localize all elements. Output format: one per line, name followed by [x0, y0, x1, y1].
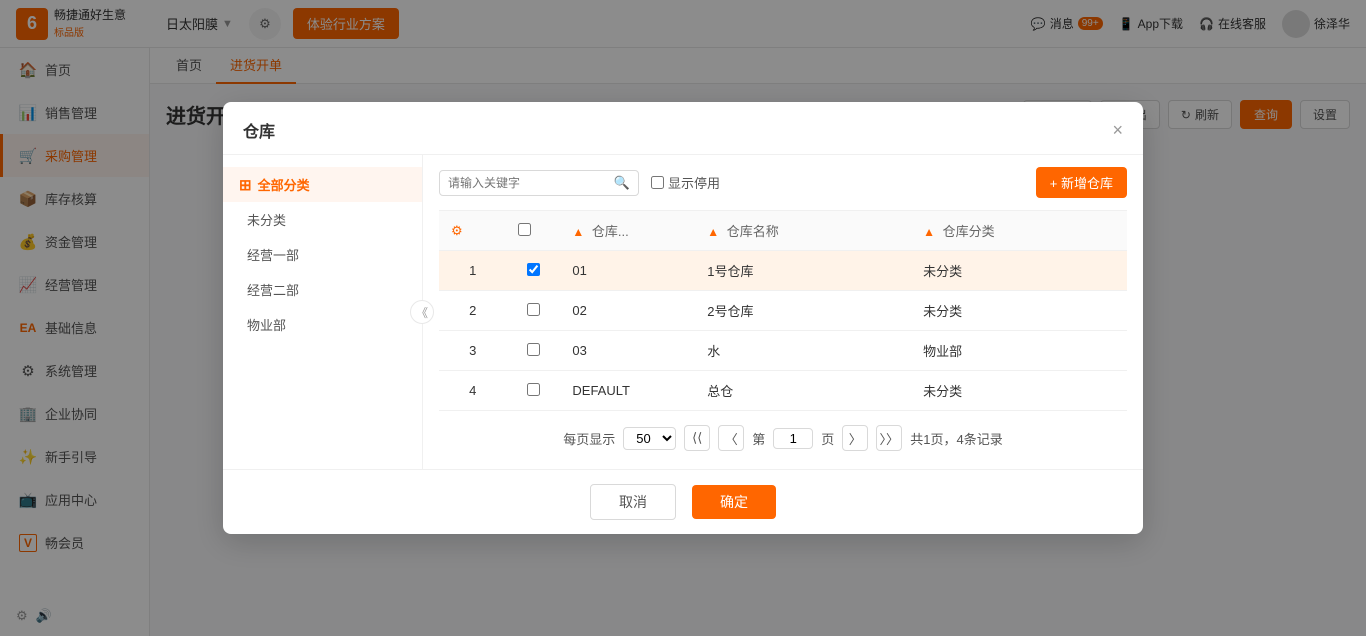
cell-code-1: 01: [560, 251, 695, 291]
cell-name-1: 1号仓库: [695, 251, 911, 291]
table-row[interactable]: 2 02 2号仓库 未分类: [439, 291, 1127, 331]
col-header-name: ▲ 仓库名称: [695, 211, 911, 251]
add-warehouse-button[interactable]: + 新增仓库: [1036, 167, 1127, 198]
select-all-checkbox[interactable]: [518, 223, 531, 236]
sort-icon-code: ▲: [572, 225, 584, 239]
category-item-ops2[interactable]: 经营二部: [223, 272, 422, 307]
cell-cb-3[interactable]: [506, 331, 560, 371]
show-disabled-toggle[interactable]: 显示停用: [651, 173, 720, 192]
header-row: ⚙ ▲ 仓库... ▲: [439, 211, 1127, 251]
table-row[interactable]: 4 DEFAULT 总仓 未分类: [439, 371, 1127, 411]
cell-cb-4[interactable]: [506, 371, 560, 411]
cell-index-1: 1: [439, 251, 506, 291]
category-item-property[interactable]: 物业部: [223, 307, 422, 342]
pagination-bar: 每页显示 50 ⟨⟨ 〈 第 页 〉 〉〉 共1页，4条记录: [439, 411, 1127, 457]
modal-body: ⊞ 全部分类 未分类 经营一部 经营二部 物业部 《 🔍: [223, 155, 1143, 469]
category-item-ops1[interactable]: 经营一部: [223, 237, 422, 272]
modal-footer: 取消 确定: [223, 469, 1143, 534]
cell-category-2: 未分类: [911, 291, 1127, 331]
cancel-button[interactable]: 取消: [590, 484, 676, 520]
table-panel: 🔍 显示停用 + 新增仓库 ⚙: [423, 155, 1143, 469]
cell-category-4: 未分类: [911, 371, 1127, 411]
cell-code-2: 02: [560, 291, 695, 331]
grid-icon: ⊞: [239, 176, 252, 194]
cell-cb-1[interactable]: [506, 251, 560, 291]
table-body: 1 01 1号仓库 未分类 2 02 2号仓库: [439, 251, 1127, 411]
col-header-index: ⚙: [439, 211, 506, 251]
cell-code-3: 03: [560, 331, 695, 371]
page-size-select[interactable]: 50: [623, 427, 676, 450]
page-prev-button[interactable]: 〈: [718, 425, 744, 451]
modal-title: 仓库: [243, 118, 275, 142]
modal-header: 仓库 ×: [223, 102, 1143, 155]
page-last-button[interactable]: 〉〉: [876, 425, 902, 451]
settings-icon: ⚙: [451, 223, 463, 238]
table-toolbar: 🔍 显示停用 + 新增仓库: [439, 167, 1127, 198]
sort-icon-name: ▲: [707, 225, 719, 239]
table-header: ⚙ ▲ 仓库... ▲: [439, 211, 1127, 251]
show-disabled-checkbox[interactable]: [651, 176, 664, 189]
col-header-code: ▲ 仓库...: [560, 211, 695, 251]
modal-overlay: 仓库 × ⊞ 全部分类 未分类 经营一部 经营二部 物业部 《: [0, 0, 1366, 636]
cell-code-4: DEFAULT: [560, 371, 695, 411]
page-next-button[interactable]: 〉: [842, 425, 868, 451]
row-checkbox-3[interactable]: [527, 343, 540, 356]
row-checkbox-4[interactable]: [527, 383, 540, 396]
col-header-cb: [506, 211, 560, 251]
cell-category-3: 物业部: [911, 331, 1127, 371]
row-checkbox-2[interactable]: [527, 303, 540, 316]
cell-index-2: 2: [439, 291, 506, 331]
table-container: ⚙ ▲ 仓库... ▲: [439, 210, 1127, 411]
search-input[interactable]: [448, 176, 614, 190]
cell-index-4: 4: [439, 371, 506, 411]
all-category-item[interactable]: ⊞ 全部分类: [223, 167, 422, 202]
cell-name-3: 水: [695, 331, 911, 371]
cell-category-1: 未分类: [911, 251, 1127, 291]
warehouse-modal: 仓库 × ⊞ 全部分类 未分类 经营一部 经营二部 物业部 《: [223, 102, 1143, 534]
warehouse-table: ⚙ ▲ 仓库... ▲: [439, 210, 1127, 411]
cell-name-2: 2号仓库: [695, 291, 911, 331]
col-header-category: ▲ 仓库分类: [911, 211, 1127, 251]
sort-icon-cat: ▲: [923, 225, 935, 239]
cell-cb-2[interactable]: [506, 291, 560, 331]
collapse-panel-button[interactable]: 《: [410, 300, 434, 324]
table-row[interactable]: 3 03 水 物业部: [439, 331, 1127, 371]
page-first-button[interactable]: ⟨⟨: [684, 425, 710, 451]
table-row[interactable]: 1 01 1号仓库 未分类: [439, 251, 1127, 291]
modal-close-button[interactable]: ×: [1112, 120, 1123, 141]
category-item-unclassified[interactable]: 未分类: [223, 202, 422, 237]
search-icon[interactable]: 🔍: [614, 175, 630, 191]
cell-index-3: 3: [439, 331, 506, 371]
category-panel: ⊞ 全部分类 未分类 经营一部 经营二部 物业部 《: [223, 155, 423, 469]
row-checkbox-1[interactable]: [527, 263, 540, 276]
page-number-input[interactable]: [773, 428, 813, 449]
search-input-wrap[interactable]: 🔍: [439, 170, 639, 196]
confirm-button[interactable]: 确定: [692, 485, 776, 519]
cell-name-4: 总仓: [695, 371, 911, 411]
